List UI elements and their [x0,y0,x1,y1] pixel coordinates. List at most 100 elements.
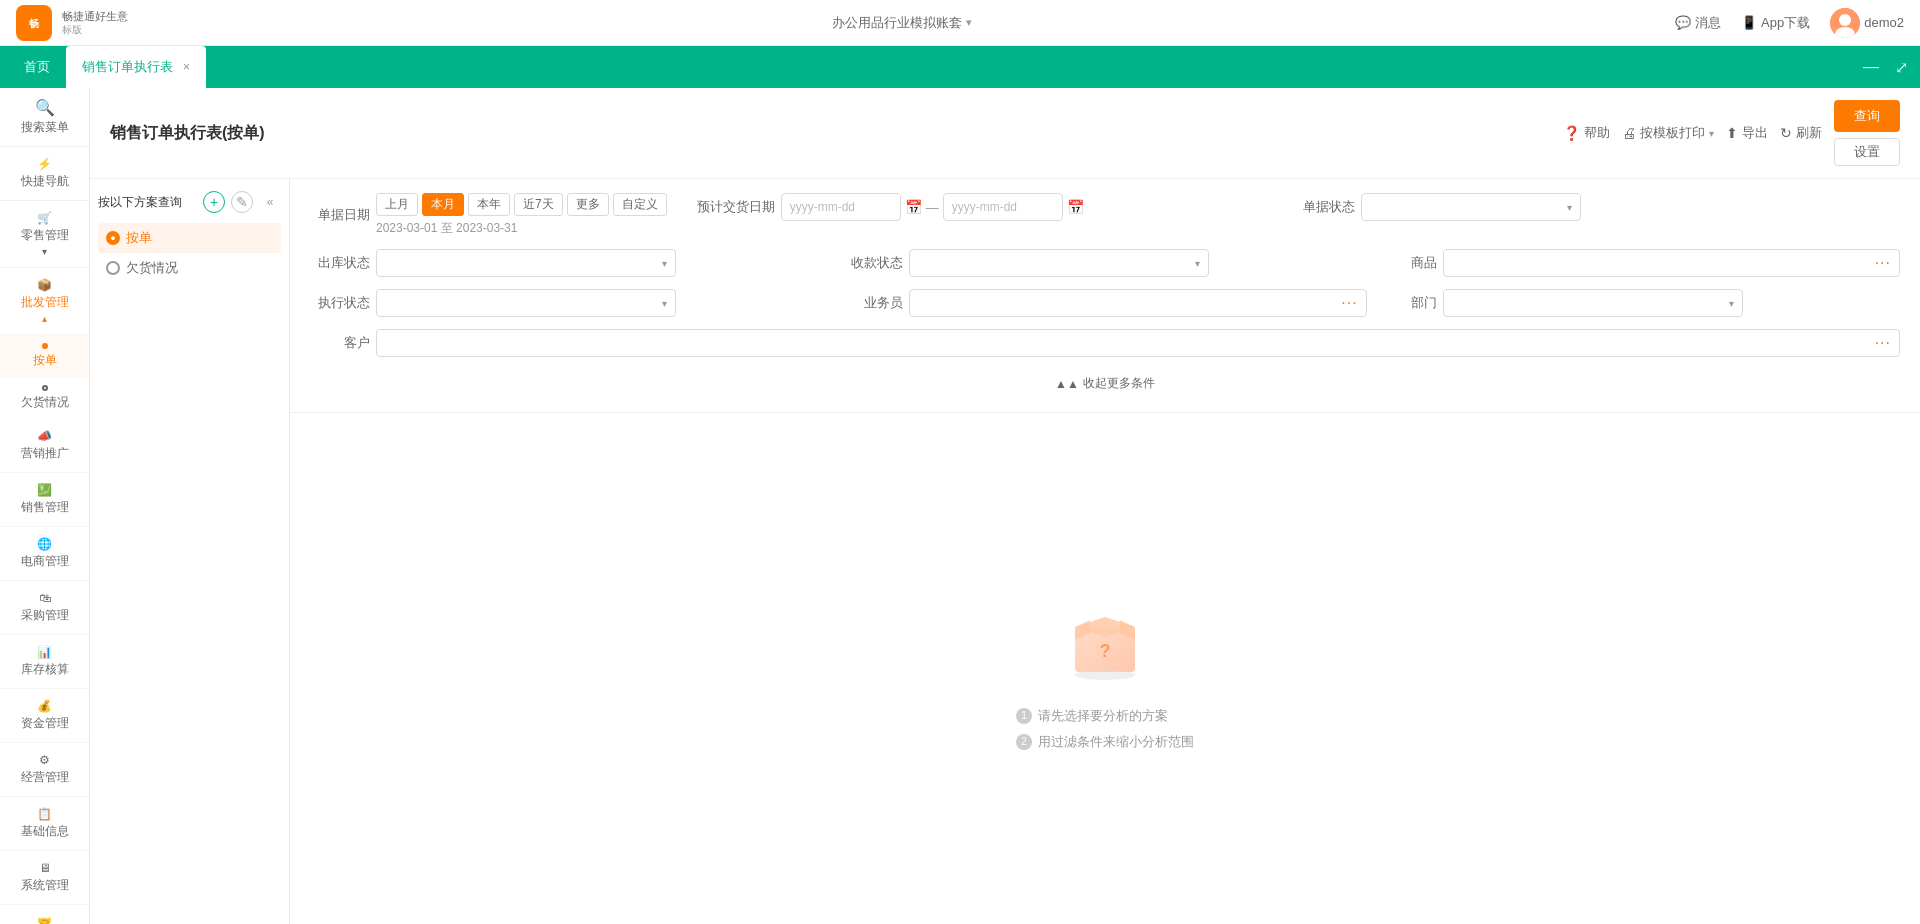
empty-illustration: ? [1055,587,1155,687]
dept-label: 部门 [1377,294,1437,312]
sidebar-item-sales[interactable]: 💹 销售管理 [0,473,89,527]
wholesale-submenu: 按单 欠货情况 [0,335,89,419]
tab-sales-exec[interactable]: 销售订单执行表 × [66,46,206,88]
sidebar-item-operations[interactable]: ⚙ 经营管理 [0,743,89,797]
tip-num-1: 1 [1016,708,1032,724]
search-icon: 🔍 [35,98,55,117]
tabbar: 首页 销售订单执行表 × — ⤢ [0,46,1920,88]
status-chevron: ▾ [1567,202,1572,213]
user-menu[interactable]: demo2 [1830,8,1904,38]
submenu-item-debt[interactable]: 欠货情况 [0,377,89,419]
press-filter-dot: ● [106,231,120,245]
end-cal-icon[interactable]: 📅 [1067,199,1084,215]
sidebar-item-finance[interactable]: 💰 资金管理 [0,689,89,743]
date-btn-custom[interactable]: 自定义 [613,193,667,216]
date-label: 单据日期 [310,206,370,224]
filter-item-press[interactable]: ● 按单 [98,223,281,253]
collapse-sidebar-btn[interactable]: « [259,191,281,213]
maximize-btn[interactable]: ⤢ [1891,54,1912,81]
empty-state: ? 1 请先选择要分析的方案 2 用过滤条件来缩小分析范围 [1016,587,1194,751]
nav-dropdown-icon[interactable]: ▾ [966,16,972,29]
submenu-item-press[interactable]: 按单 [0,335,89,377]
svg-text:畅: 畅 [29,18,39,29]
tab-home[interactable]: 首页 [8,46,66,88]
goods-row: 商品 ··· [1377,249,1900,277]
sales-icon: 💹 [37,483,52,497]
setting-button[interactable]: 设置 [1834,138,1900,166]
date-range-display: 2023-03-01 至 2023-03-31 [376,220,667,237]
edit-scheme-btn[interactable]: ✎ [231,191,253,213]
sidebar-item-basics[interactable]: 📋 基础信息 [0,797,89,851]
operations-icon: ⚙ [39,753,50,767]
sidebar-item-wholesale[interactable]: 📦 批发管理 ▴ [0,268,89,335]
page-title: 销售订单执行表(按单) [110,123,265,144]
expected-date-start[interactable] [781,193,901,221]
sidebar-item-purchase[interactable]: 🛍 采购管理 [0,581,89,635]
exec-label: 执行状态 [310,294,370,312]
page-actions: ❓ 帮助 🖨 按模板打印 ▾ ⬆ 导出 ↻ 刷新 查询 [1563,100,1900,166]
refresh-icon: ↻ [1780,125,1792,141]
topbar-center[interactable]: 办公用品行业模拟账套 ▾ [832,14,972,32]
outbound-label: 出库状态 [310,254,370,272]
topbar-left: 畅 畅捷通好生意 标版 [16,5,128,41]
empty-tip-2: 2 用过滤条件来缩小分析范围 [1016,733,1194,751]
query-btn-group: 查询 设置 [1834,100,1900,166]
date-btn-this-month[interactable]: 本月 [422,193,464,216]
sidebar-item-inventory[interactable]: 📊 库存核算 [0,635,89,689]
main-area: 单据日期 上月 本月 本年 近7天 更多 自定义 20 [290,179,1920,924]
enterprise-icon: 🤝 [37,915,52,924]
purchase-icon: 🛍 [39,591,51,605]
status-select[interactable]: ▾ [1361,193,1581,221]
customer-dots[interactable]: ··· [1875,334,1891,352]
salesman-select[interactable]: ··· [909,289,1366,317]
refresh-btn[interactable]: ↻ 刷新 [1780,124,1822,142]
app-download-btn[interactable]: 📱 App下载 [1741,14,1810,32]
filter-item-debt[interactable]: 欠货情况 [98,253,281,283]
filter-header-actions: + ✎ « [203,191,281,213]
export-btn[interactable]: ⬆ 导出 [1726,124,1768,142]
payment-select[interactable]: ▾ [909,249,1209,277]
collapse-more-btn[interactable]: ▲▲ 收起更多条件 [310,369,1900,398]
app-logo: 畅 [16,5,52,41]
debt-dot [42,385,48,391]
sidebar-item-system[interactable]: 🖥 系统管理 [0,851,89,905]
date-btn-7days[interactable]: 近7天 [514,193,563,216]
print-icon: 🖨 [1622,125,1636,141]
content-area: 销售订单执行表(按单) ❓ 帮助 🖨 按模板打印 ▾ ⬆ 导出 ↻ 刷新 [90,88,1920,924]
help-btn[interactable]: ❓ 帮助 [1563,124,1610,142]
print-btn[interactable]: 🖨 按模板打印 ▾ [1622,124,1714,142]
message-btn[interactable]: 💬 消息 [1675,14,1721,32]
empty-tip-1: 1 请先选择要分析的方案 [1016,707,1194,725]
print-dropdown-icon[interactable]: ▾ [1709,128,1714,139]
sidebar-item-enterprise[interactable]: 🤝 企业协同 [0,905,89,924]
add-scheme-btn[interactable]: + [203,191,225,213]
exec-select[interactable]: ▾ [376,289,676,317]
goods-select[interactable]: ··· [1443,249,1900,277]
date-btn-more[interactable]: 更多 [567,193,609,216]
minimize-btn[interactable]: — [1859,54,1883,80]
sidebar-item-marketing[interactable]: 📣 营销推广 [0,419,89,473]
dept-select[interactable]: ▾ [1443,289,1743,317]
tab-close-btn[interactable]: × [183,60,190,74]
expected-date-end[interactable] [943,193,1063,221]
goods-dots[interactable]: ··· [1875,254,1891,272]
salesman-dots[interactable]: ··· [1341,294,1357,312]
sidebar-nav[interactable]: ⚡ 快捷导航 [0,147,89,201]
debt-filter-dot [106,261,120,275]
topbar: 畅 畅捷通好生意 标版 办公用品行业模拟账套 ▾ 💬 消息 📱 App下载 [0,0,1920,46]
sidebar-item-ecommerce[interactable]: 🌐 电商管理 [0,527,89,581]
outbound-select[interactable]: ▾ [376,249,676,277]
query-button[interactable]: 查询 [1834,100,1900,132]
customer-label: 客户 [310,334,370,352]
date-btn-last-month[interactable]: 上月 [376,193,418,216]
exec-row: 执行状态 ▾ [310,289,833,317]
customer-select[interactable]: ··· [376,329,1900,357]
filter-sidebar: 按以下方案查询 + ✎ « ● 按单 [90,179,290,924]
system-icon: 🖥 [39,861,51,875]
sidebar-item-retail[interactable]: 🛒 零售管理 ▾ [0,201,89,268]
start-cal-icon[interactable]: 📅 [905,199,922,215]
sidebar: 🔍 搜索菜单 ⚡ 快捷导航 🛒 零售管理 ▾ 📦 批发管理 ▴ 按单 欠货情况 [0,88,90,924]
date-btn-this-year[interactable]: 本年 [468,193,510,216]
sidebar-search[interactable]: 🔍 搜索菜单 [0,88,89,147]
wholesale-icon: 📦 [37,278,52,292]
